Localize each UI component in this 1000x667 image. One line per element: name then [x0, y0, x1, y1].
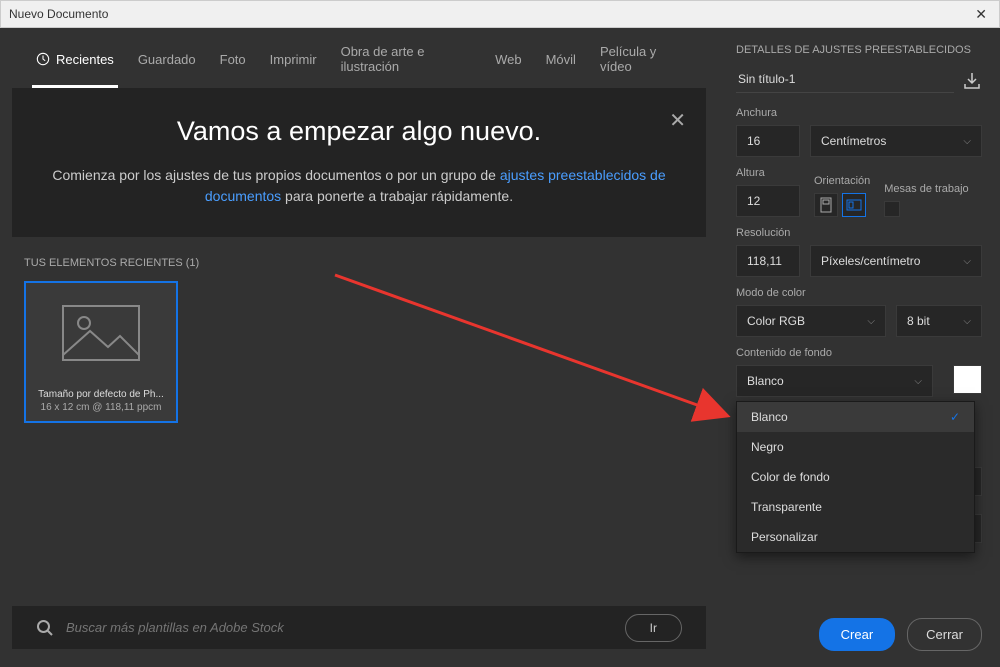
tab-obra-arte[interactable]: Obra de arte e ilustración [329, 28, 484, 88]
color-mode-label: Modo de color [736, 287, 982, 299]
tab-label: Guardado [138, 52, 196, 67]
window-close-button[interactable]: ✕ [971, 6, 991, 23]
orientation-landscape-button[interactable] [842, 193, 866, 217]
check-icon: ✓ [950, 410, 960, 424]
left-panel: Recientes Guardado Foto Imprimir Obra de… [0, 28, 718, 667]
main-container: Recientes Guardado Foto Imprimir Obra de… [0, 28, 1000, 667]
height-input[interactable] [736, 185, 800, 217]
tab-web[interactable]: Web [483, 28, 534, 88]
close-button[interactable]: Cerrar [907, 618, 982, 651]
tab-foto[interactable]: Foto [208, 28, 258, 88]
tab-recientes[interactable]: Recientes [24, 28, 126, 88]
recent-specs: 16 x 12 cm @ 118,11 ppcm [32, 402, 170, 413]
orientation-portrait-button[interactable] [814, 193, 838, 217]
bg-option-blanco[interactable]: Blanco✓ [737, 402, 974, 432]
hero-close-button[interactable]: ✕ [669, 108, 686, 133]
bg-option-negro[interactable]: Negro [737, 432, 974, 462]
titlebar: Nuevo Documento ✕ [0, 0, 1000, 28]
width-label: Anchura [736, 107, 982, 119]
recent-name: Tamaño por defecto de Ph... [32, 389, 170, 400]
resolution-label: Resolución [736, 227, 982, 239]
chevron-down-icon: ⌵ [963, 316, 971, 327]
tab-movil[interactable]: Móvil [534, 28, 588, 88]
recents-heading: TUS ELEMENTOS RECIENTES (1) [0, 257, 718, 281]
chevron-down-icon: ⌵ [914, 376, 922, 387]
bg-option-personalizar[interactable]: Personalizar [737, 522, 974, 552]
recent-preset-card[interactable]: Tamaño por defecto de Ph... 16 x 12 cm @… [24, 281, 178, 423]
tab-label: Web [495, 52, 522, 67]
height-field: Altura [736, 167, 800, 217]
background-color-swatch[interactable] [953, 365, 982, 394]
search-icon [36, 619, 54, 637]
preset-details-panel: DETALLES DE AJUSTES PREESTABLECIDOS Anch… [718, 28, 1000, 667]
clock-icon [36, 52, 50, 66]
bg-option-color-fondo[interactable]: Color de fondo [737, 462, 974, 492]
color-mode-field: Modo de color Color RGB⌵ 8 bit⌵ [736, 287, 982, 337]
create-button[interactable]: Crear [819, 618, 896, 651]
hero-subtitle: Comienza por los ajustes de tus propios … [52, 165, 666, 207]
document-type-tabs: Recientes Guardado Foto Imprimir Obra de… [0, 28, 718, 88]
background-field: Contenido de fondo Blanco⌵ Blanco✓ Negro… [736, 347, 982, 397]
hero-banner: ✕ Vamos a empezar algo nuevo. Comienza p… [12, 88, 706, 237]
height-orient-row: Altura Orientación Mesas de trabajo [736, 167, 982, 227]
stock-search-input[interactable] [66, 620, 613, 635]
tab-guardado[interactable]: Guardado [126, 28, 208, 88]
hero-title: Vamos a empezar algo nuevo. [52, 116, 666, 147]
resolution-unit-select[interactable]: Píxeles/centímetro⌵ [810, 245, 982, 277]
bit-depth-select[interactable]: 8 bit⌵ [896, 305, 982, 337]
tab-label: Imprimir [270, 52, 317, 67]
recents-grid: Tamaño por defecto de Ph... 16 x 12 cm @… [0, 281, 718, 423]
chevron-down-icon: ⌵ [867, 316, 875, 327]
window-title: Nuevo Documento [9, 7, 108, 21]
resolution-field: Resolución Píxeles/centímetro⌵ [736, 227, 982, 277]
tab-imprimir[interactable]: Imprimir [258, 28, 329, 88]
chevron-down-icon: ⌵ [963, 136, 971, 147]
tab-pelicula-video[interactable]: Película y vídeo [588, 28, 694, 88]
unit-select[interactable]: Centímetros⌵ [810, 125, 982, 157]
orientation-field: Orientación [814, 175, 870, 217]
preset-header: DETALLES DE AJUSTES PREESTABLECIDOS [736, 44, 982, 56]
background-dropdown: Blanco✓ Negro Color de fondo Transparent… [736, 401, 975, 553]
footer-buttons: Crear Cerrar [736, 600, 982, 651]
stock-search-bar: Ir [12, 606, 706, 649]
artboards-label: Mesas de trabajo [884, 183, 968, 195]
bg-option-transparente[interactable]: Transparente [737, 492, 974, 522]
orientation-label: Orientación [814, 175, 870, 187]
tab-label: Móvil [546, 52, 576, 67]
import-preset-icon[interactable] [962, 71, 982, 91]
color-mode-select[interactable]: Color RGB⌵ [736, 305, 886, 337]
height-label: Altura [736, 167, 800, 179]
artboards-field: Mesas de trabajo [884, 183, 968, 217]
recent-text: Tamaño por defecto de Ph... 16 x 12 cm @… [26, 383, 176, 421]
background-label: Contenido de fondo [736, 347, 982, 359]
document-placeholder-icon [62, 305, 140, 361]
tab-label: Foto [220, 52, 246, 67]
width-field: Anchura Centímetros⌵ [736, 107, 982, 157]
tab-label: Obra de arte e ilustración [341, 44, 472, 74]
resolution-input[interactable] [736, 245, 800, 277]
preset-name-row [736, 68, 982, 93]
background-select[interactable]: Blanco⌵ [736, 365, 933, 397]
artboards-checkbox[interactable] [884, 201, 900, 217]
width-input[interactable] [736, 125, 800, 157]
recent-thumbnail [26, 283, 176, 383]
stock-go-button[interactable]: Ir [625, 614, 682, 642]
tab-label: Recientes [56, 52, 114, 67]
tab-label: Película y vídeo [600, 44, 682, 74]
chevron-down-icon: ⌵ [963, 256, 971, 267]
preset-name-input[interactable] [736, 68, 954, 93]
